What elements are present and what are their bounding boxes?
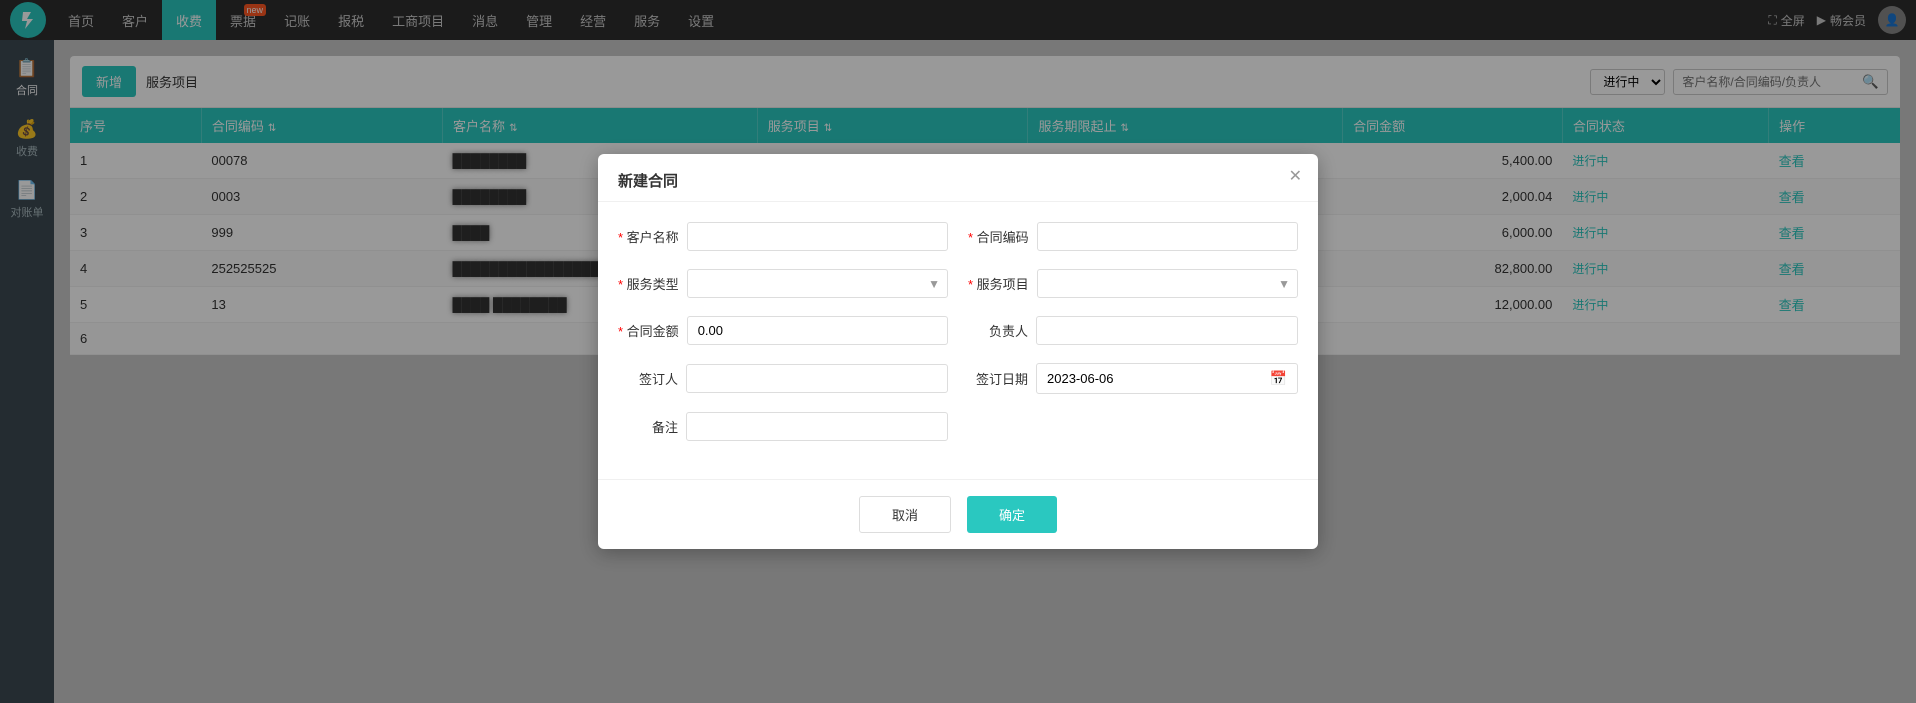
- amount-input[interactable]: [687, 316, 948, 345]
- modal-title: 新建合同: [618, 173, 678, 190]
- form-group-signer: 签订人: [618, 363, 948, 394]
- form-group-service-item: 服务项目 ▼: [968, 269, 1298, 298]
- signer-label: 签订人: [618, 369, 678, 388]
- remark-label: 备注: [618, 417, 678, 436]
- service-item-wrapper: ▼: [1037, 269, 1298, 298]
- form-row-5: 备注: [618, 412, 1298, 441]
- form-group-person: 负责人: [968, 316, 1298, 345]
- amount-label: 合同金额: [618, 321, 679, 340]
- form-row-3: 合同金额 负责人: [618, 316, 1298, 345]
- service-item-select[interactable]: [1037, 269, 1298, 298]
- service-type-select[interactable]: [687, 269, 948, 298]
- signer-input[interactable]: [686, 364, 948, 393]
- sign-date-picker[interactable]: 2023-06-06 📅: [1036, 363, 1298, 394]
- service-type-label: 服务类型: [618, 274, 679, 293]
- customer-label: 客户名称: [618, 227, 679, 246]
- form-group-sign-date: 签订日期 2023-06-06 📅: [968, 363, 1298, 394]
- remark-input[interactable]: [686, 412, 948, 441]
- modal-footer: 取消 确定: [598, 479, 1318, 549]
- contract-no-input[interactable]: [1037, 222, 1298, 251]
- form-row-1: 客户名称 合同编码: [618, 222, 1298, 251]
- form-row-2: 服务类型 ▼ 服务项目 ▼: [618, 269, 1298, 298]
- form-group-customer: 客户名称: [618, 222, 948, 251]
- service-item-label: 服务项目: [968, 274, 1029, 293]
- sign-date-value: 2023-06-06: [1047, 371, 1114, 386]
- form-row-4: 签订人 签订日期 2023-06-06 📅: [618, 363, 1298, 394]
- contract-no-label: 合同编码: [968, 227, 1029, 246]
- calendar-icon: 📅: [1270, 370, 1287, 387]
- customer-name-input[interactable]: [687, 222, 948, 251]
- modal-close-button[interactable]: ✕: [1289, 166, 1302, 186]
- form-group-remark: 备注: [618, 412, 948, 441]
- sign-date-label: 签订日期: [968, 369, 1028, 388]
- modal-overlay: 新建合同 ✕ 客户名称 合同编码 服务类型: [0, 0, 1916, 703]
- confirm-button[interactable]: 确定: [967, 496, 1057, 533]
- person-label: 负责人: [968, 321, 1028, 340]
- new-contract-modal: 新建合同 ✕ 客户名称 合同编码 服务类型: [598, 154, 1318, 549]
- form-group-service-type: 服务类型 ▼: [618, 269, 948, 298]
- service-type-wrapper: ▼: [687, 269, 948, 298]
- person-input[interactable]: [1036, 316, 1298, 345]
- modal-header: 新建合同 ✕: [598, 154, 1318, 202]
- form-group-contract-no: 合同编码: [968, 222, 1298, 251]
- form-group-amount: 合同金额: [618, 316, 948, 345]
- modal-body: 客户名称 合同编码 服务类型 ▼ 服务项目: [598, 202, 1318, 479]
- cancel-button[interactable]: 取消: [859, 496, 951, 533]
